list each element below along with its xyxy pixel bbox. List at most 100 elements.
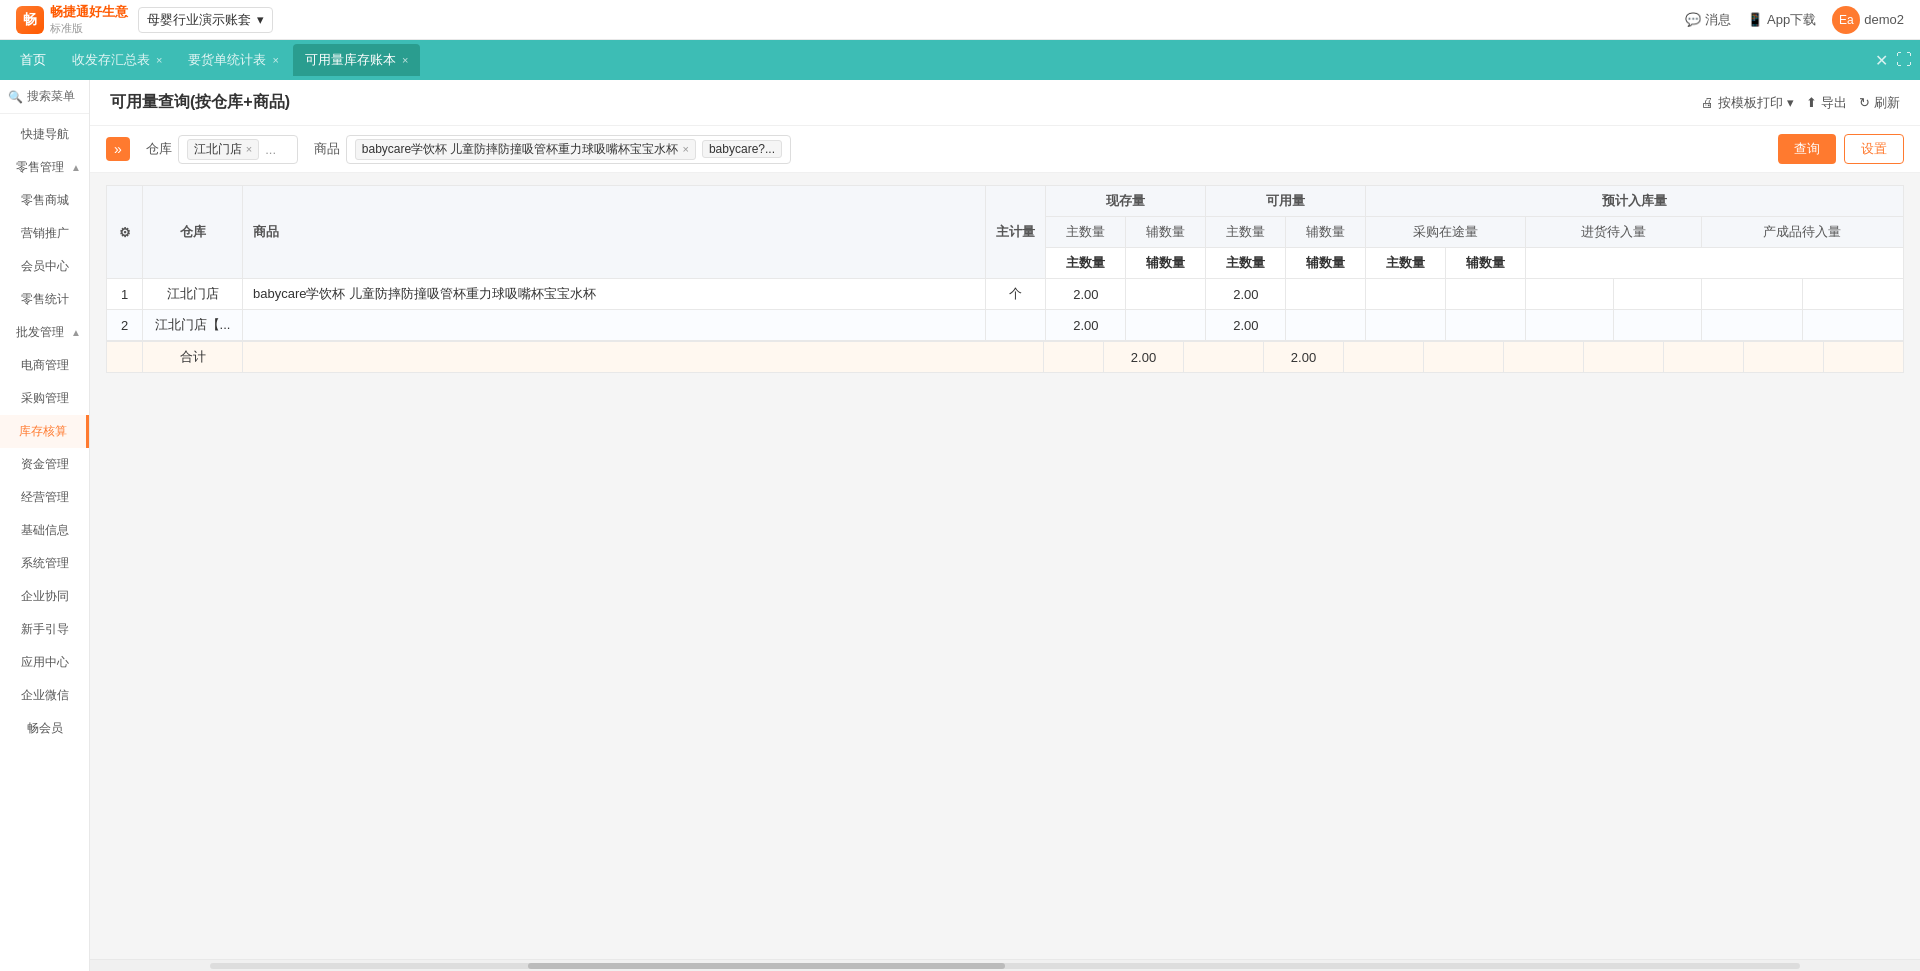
cell-stock-main: 2.00 xyxy=(1046,310,1126,341)
cell-avail-aux xyxy=(1286,279,1366,310)
filter-expand-button[interactable]: » xyxy=(106,137,130,161)
sidebar-item-quick-nav[interactable]: 快捷导航 xyxy=(0,118,89,151)
sidebar-item-finance[interactable]: 资金管理 xyxy=(0,448,89,481)
tab-order-stats[interactable]: 要货单统计表 × xyxy=(176,44,290,76)
close-icon[interactable]: × xyxy=(156,54,162,66)
sidebar-finance-label: 资金管理 xyxy=(8,456,81,473)
sidebar-quick-nav-label: 快捷导航 xyxy=(8,126,81,143)
product-tag-2: babycare?... xyxy=(702,140,782,158)
remove-warehouse-tag[interactable]: × xyxy=(246,143,252,155)
tab-receive-summary[interactable]: 收发存汇总表 × xyxy=(60,44,174,76)
footer-incoming-aux xyxy=(1664,342,1744,373)
product-tag-2-text: babycare?... xyxy=(709,142,775,156)
th-planned-inbound: 预计入库量 xyxy=(1366,186,1904,217)
close-icon-3[interactable]: × xyxy=(402,54,408,66)
sidebar-newbie-label: 新手引导 xyxy=(8,621,81,638)
logo-subtitle: 标准版 xyxy=(50,21,128,35)
bottom-scrollbar[interactable] xyxy=(90,959,1920,971)
sidebar-item-retail-stats[interactable]: 零售统计 xyxy=(0,283,89,316)
cell-produced-main xyxy=(1701,279,1802,310)
footer-stock-main: 2.00 xyxy=(1104,342,1184,373)
table-row: 1 江北门店 babycare学饮杯 儿童防摔防撞吸管杯重力球吸嘴杯宝宝水杯 个… xyxy=(107,279,1904,310)
print-button[interactable]: 🖨 按模板打印 ▾ xyxy=(1701,94,1794,112)
sidebar-item-system[interactable]: 系统管理 xyxy=(0,547,89,580)
sidebar-item-collab[interactable]: 企业协同 xyxy=(0,580,89,613)
export-button[interactable]: ⬆ 导出 xyxy=(1806,94,1847,112)
cell-purchase-aux xyxy=(1446,310,1526,341)
sidebar-item-marketing[interactable]: 营销推广 xyxy=(0,217,89,250)
sidebar-system-label: 系统管理 xyxy=(8,555,81,572)
sidebar-item-ecommerce[interactable]: 电商管理 xyxy=(0,349,89,382)
filter-actions: 查询 设置 xyxy=(1778,134,1904,164)
sidebar-item-app-center[interactable]: 应用中心 xyxy=(0,646,89,679)
top-bar-right: 💬 消息 📱 App下载 Ea demo2 xyxy=(1685,6,1904,34)
sidebar-item-basic-info[interactable]: 基础信息 xyxy=(0,514,89,547)
refresh-button[interactable]: ↻ 刷新 xyxy=(1859,94,1900,112)
sidebar-item-newbie[interactable]: 新手引导 xyxy=(0,613,89,646)
tab-home[interactable]: 首页 xyxy=(8,44,58,76)
warehouse-more[interactable]: ... xyxy=(265,142,276,157)
page-header: 可用量查询(按仓库+商品) 🖨 按模板打印 ▾ ⬆ 导出 ↻ 刷新 xyxy=(90,80,1920,126)
cell-unit xyxy=(986,310,1046,341)
cell-warehouse: 江北门店 xyxy=(143,279,243,310)
nav-expand-button[interactable]: ⛶ xyxy=(1896,51,1912,70)
query-button[interactable]: 查询 xyxy=(1778,134,1836,164)
sidebar-item-wholesale[interactable]: 批发管理 ▲ xyxy=(0,316,89,349)
footer-empty-1 xyxy=(107,342,143,373)
sidebar-item-inventory[interactable]: 库存核算 xyxy=(0,415,89,448)
tab-available-stock[interactable]: 可用量库存账本 × xyxy=(293,44,420,76)
table-container: ⚙ 仓库 商品 主计量 现存量 可用量 预计入库量 主数量 辅数量 主数量 辅数… xyxy=(90,173,1920,959)
sidebar: 🔍 搜索菜单 快捷导航 零售管理 ▲ 零售商城 营销推广 会员中心 零售统计 xyxy=(0,80,90,971)
nav-close-button[interactable]: ✕ xyxy=(1875,51,1888,70)
remove-product-tag-1[interactable]: × xyxy=(683,143,689,155)
settings-button[interactable]: 设置 xyxy=(1844,134,1904,164)
logo-icon: 畅 xyxy=(16,6,44,34)
footer-empty-3 xyxy=(1044,342,1104,373)
sidebar-item-purchase[interactable]: 采购管理 xyxy=(0,382,89,415)
product-tag-1: babycare学饮杯 儿童防摔防撞吸管杯重力球吸嘴杯宝宝水杯 × xyxy=(355,139,696,160)
sidebar-item-wechat[interactable]: 企业微信 xyxy=(0,679,89,712)
cell-incoming-aux xyxy=(1614,279,1702,310)
cell-produced-aux xyxy=(1802,310,1903,341)
sidebar-collab-label: 企业协同 xyxy=(8,588,81,605)
close-icon-2[interactable]: × xyxy=(272,54,278,66)
product-filter: 商品 babycare学饮杯 儿童防摔防撞吸管杯重力球吸嘴杯宝宝水杯 × bab… xyxy=(314,135,791,164)
dropdown-icon: ▾ xyxy=(257,12,264,27)
th-stock-aux: 辅数量 xyxy=(1126,217,1206,248)
total-row: 合计 2.00 2.00 xyxy=(107,342,1904,373)
avatar: Ea xyxy=(1832,6,1860,34)
scroll-thumb xyxy=(528,963,1005,969)
chevron-icon-2: ▲ xyxy=(71,327,81,338)
app-icon: 📱 xyxy=(1747,12,1763,27)
cell-purchase-aux xyxy=(1446,279,1526,310)
footer-stock-aux xyxy=(1184,342,1264,373)
th-avail-main: 主数量 xyxy=(1206,217,1286,248)
sidebar-item-members[interactable]: 会员中心 xyxy=(0,250,89,283)
warehouse-tag-box[interactable]: 江北门店 × ... xyxy=(178,135,298,164)
search-icon: 🔍 xyxy=(8,90,23,104)
industry-select[interactable]: 母婴行业演示账套 ▾ xyxy=(138,7,273,33)
sidebar-item-vip[interactable]: 畅会员 xyxy=(0,712,89,745)
data-table: ⚙ 仓库 商品 主计量 现存量 可用量 预计入库量 主数量 辅数量 主数量 辅数… xyxy=(106,185,1904,341)
app-download-button[interactable]: 📱 App下载 xyxy=(1747,11,1816,29)
sidebar-item-retail-mall[interactable]: 零售商城 xyxy=(0,184,89,217)
cell-incoming-main xyxy=(1526,279,1614,310)
product-tag-box[interactable]: babycare学饮杯 儿童防摔防撞吸管杯重力球吸嘴杯宝宝水杯 × babyca… xyxy=(346,135,791,164)
sidebar-ecommerce-label: 电商管理 xyxy=(8,357,81,374)
nav-tabs: 首页 收发存汇总表 × 要货单统计表 × 可用量库存账本 × ✕ ⛶ xyxy=(0,40,1920,80)
print-label: 按模板打印 xyxy=(1718,94,1783,112)
th-settings[interactable]: ⚙ xyxy=(107,186,143,279)
sidebar-vip-label: 畅会员 xyxy=(8,720,81,737)
sidebar-search[interactable]: 🔍 搜索菜单 xyxy=(0,80,89,114)
message-label: 消息 xyxy=(1705,11,1731,29)
export-icon: ⬆ xyxy=(1806,95,1817,110)
user-area[interactable]: Ea demo2 xyxy=(1832,6,1904,34)
message-button[interactable]: 💬 消息 xyxy=(1685,11,1731,29)
cell-produced-aux xyxy=(1802,279,1903,310)
top-bar-left: 畅 畅捷通好生意 标准版 母婴行业演示账套 ▾ xyxy=(16,4,273,35)
th-purchase-main: 主数量 xyxy=(1046,248,1126,279)
app-download-label: App下载 xyxy=(1767,11,1816,29)
sidebar-item-retail[interactable]: 零售管理 ▲ xyxy=(0,151,89,184)
sidebar-operations-label: 经营管理 xyxy=(8,489,81,506)
sidebar-item-operations[interactable]: 经营管理 xyxy=(0,481,89,514)
